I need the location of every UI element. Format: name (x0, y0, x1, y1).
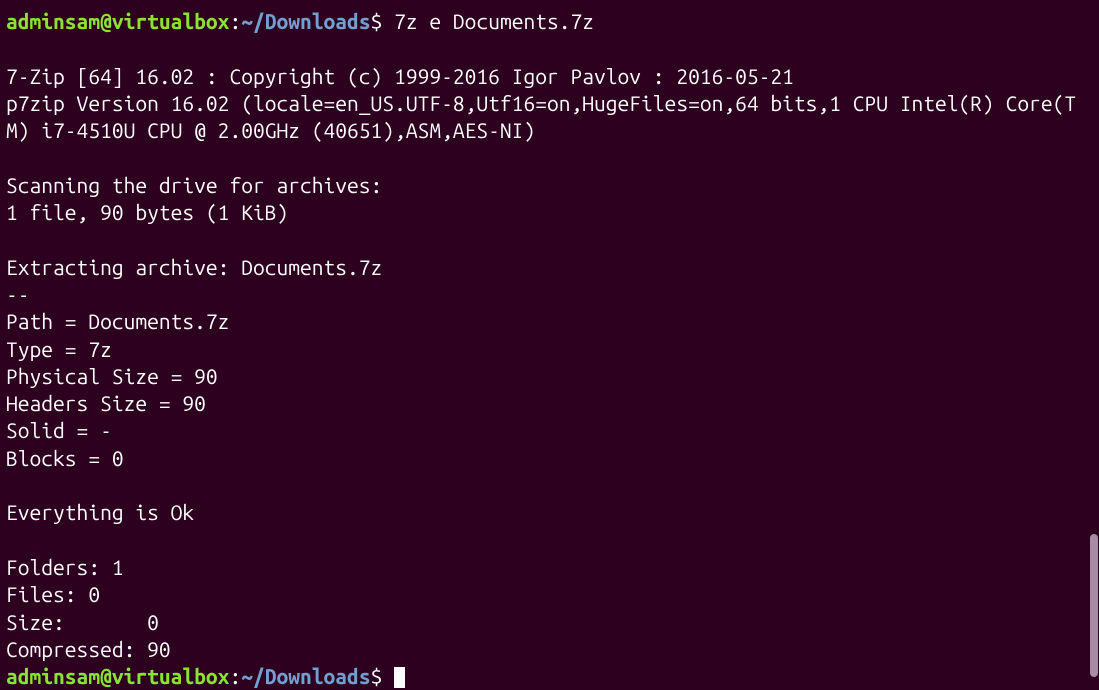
command-text: 7z e Documents.7z (382, 9, 594, 33)
prompt-dollar: $ (371, 9, 383, 33)
output-dashes: -- (6, 282, 30, 306)
colon: : (229, 9, 241, 33)
output-folders: Folders: 1 (6, 555, 124, 579)
command-input[interactable] (382, 664, 394, 688)
output-blocks: Blocks = 0 (6, 446, 124, 470)
scrollbar-thumb[interactable] (1090, 534, 1098, 677)
output-size: Size: 0 (6, 610, 159, 634)
output-extracting: Extracting archive: Documents.7z (6, 255, 382, 279)
prompt-line-2[interactable]: adminsam@virtualbox:~/Downloads$ (6, 664, 405, 688)
terminal-output[interactable]: adminsam@virtualbox:~/Downloads$ 7z e Do… (6, 8, 1093, 690)
user-host: adminsam@virtualbox (6, 9, 229, 33)
output-physical-size: Physical Size = 90 (6, 364, 218, 388)
prompt-dollar: $ (371, 664, 383, 688)
scrollbar[interactable] (1087, 0, 1099, 681)
output-files: Files: 0 (6, 582, 100, 606)
cwd-path: ~/Downloads (241, 664, 370, 688)
output-p7zip-version: p7zip Version 16.02 (locale=en_US.UTF-8,… (6, 91, 1076, 142)
output-scanning: Scanning the drive for archives: (6, 173, 382, 197)
cwd-path: ~/Downloads (241, 9, 370, 33)
output-type: Type = 7z (6, 337, 112, 361)
output-headers-size: Headers Size = 90 (6, 391, 206, 415)
output-everything-ok: Everything is Ok (6, 500, 194, 524)
output-compressed: Compressed: 90 (6, 637, 171, 661)
output-path: Path = Documents.7z (6, 309, 229, 333)
output-solid: Solid = - (6, 418, 112, 442)
colon: : (229, 664, 241, 688)
prompt-line-1: adminsam@virtualbox:~/Downloads$ 7z e Do… (6, 9, 594, 33)
cursor (394, 667, 405, 688)
user-host: adminsam@virtualbox (6, 664, 229, 688)
output-7zip-header: 7-Zip [64] 16.02 : Copyright (c) 1999-20… (6, 64, 794, 88)
output-file-count: 1 file, 90 bytes (1 KiB) (6, 200, 288, 224)
